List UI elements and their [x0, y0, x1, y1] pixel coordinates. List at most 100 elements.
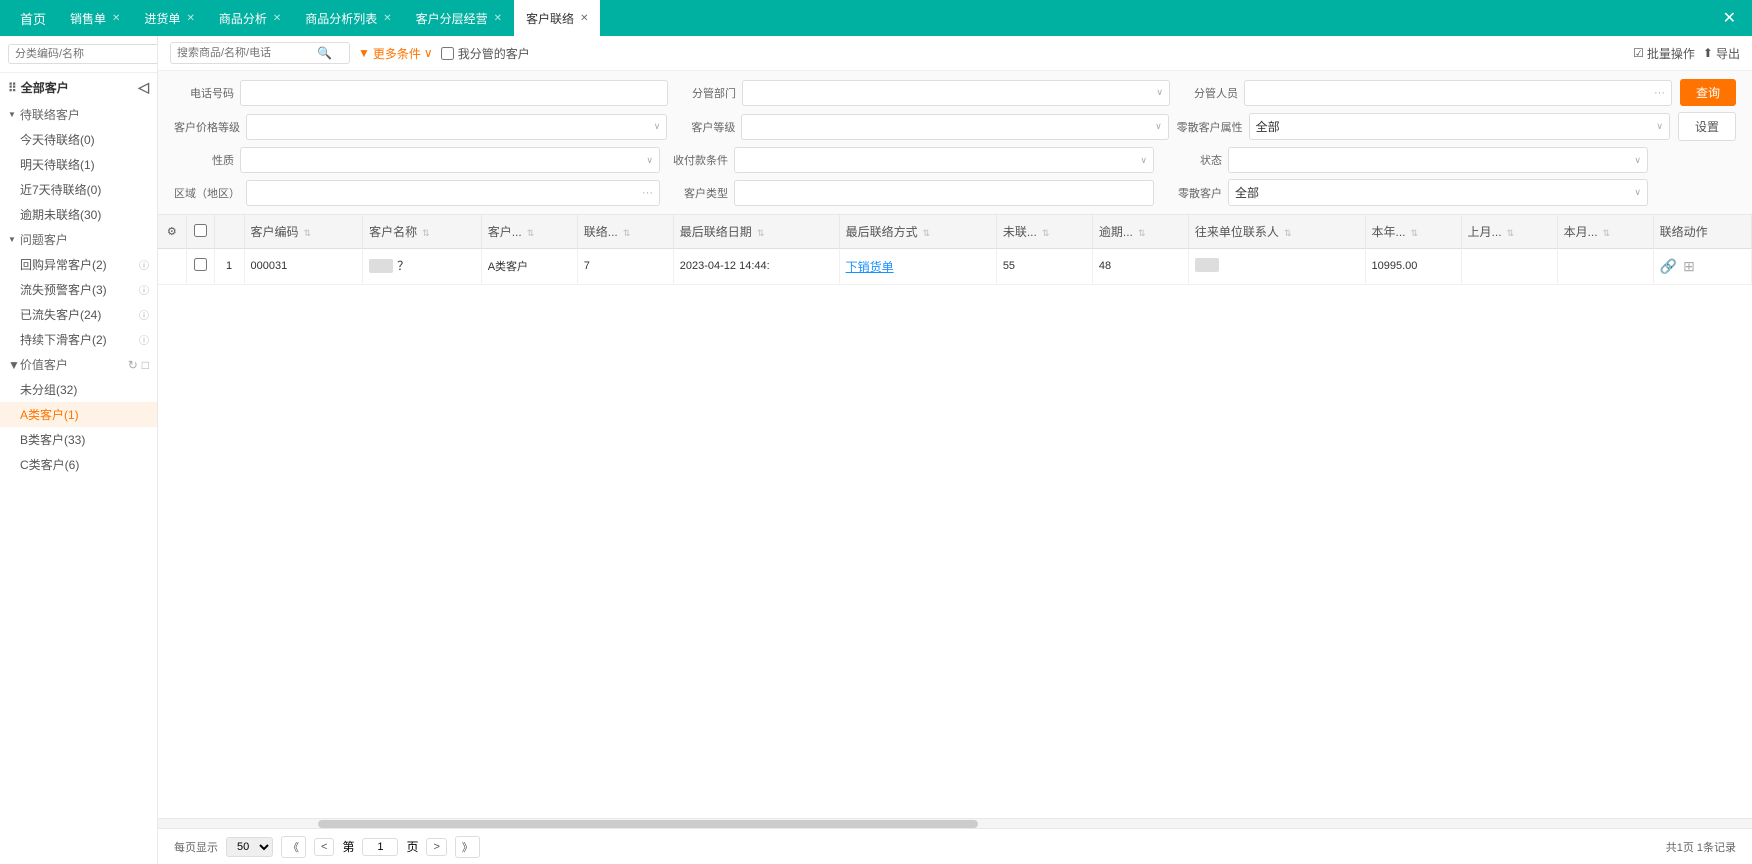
customer-table: ⚙ 客户编码 ⇅ 客户名称 ⇅ 客户... ⇅ [158, 215, 1752, 285]
col-check[interactable] [186, 215, 214, 249]
nav-tab-customer-segment[interactable]: 客户分层经营 ✕ [404, 0, 514, 36]
nav-tab-product-list[interactable]: 商品分析列表 ✕ [293, 0, 403, 36]
col-customer-code[interactable]: 客户编码 ⇅ [244, 215, 363, 249]
page-size-select[interactable]: 50 [226, 837, 273, 857]
nav-tab-sales[interactable]: 销售单 ✕ [58, 0, 132, 36]
horizontal-scroll-area[interactable] [158, 818, 1752, 828]
col-gear[interactable]: ⚙ [158, 215, 186, 249]
my-customers-checkbox[interactable] [441, 47, 454, 60]
close-product-analysis-tab[interactable]: ✕ [273, 13, 281, 24]
filter-payment-select[interactable]: ∨ [734, 147, 1154, 173]
filter-dept-select[interactable]: ∨ [742, 80, 1170, 106]
filter-customer-level: 客户等级 ∨ [675, 114, 1168, 140]
col-no-contact[interactable]: 未联... ⇅ [996, 215, 1092, 249]
filter-row-4: 区域（地区） ··· 客户类型 零散客户 全部 ∨ [174, 179, 1736, 206]
sidebar-item-class-b[interactable]: B类客户(33) [0, 427, 157, 452]
chevron-status: ∨ [1634, 155, 1641, 166]
query-btn[interactable]: 查询 [1680, 79, 1736, 106]
sidebar-group-value[interactable]: ▼ 价值客户 ↻ □ [0, 352, 157, 377]
chevron-level: ∨ [1155, 121, 1162, 132]
link-action-icon[interactable]: 🔗 [1660, 258, 1677, 275]
close-customer-segment-tab[interactable]: ✕ [494, 13, 502, 24]
filter-region-select[interactable]: ··· [246, 180, 660, 206]
sidebar-item-7days[interactable]: 近7天待联络(0) [0, 177, 157, 202]
sidebar-item-repeat-abnormal[interactable]: 回购异常客户(2) ⓘ [0, 252, 157, 277]
info-icon-1[interactable]: ⓘ [139, 257, 149, 272]
settings-btn[interactable]: 设置 [1678, 112, 1736, 141]
filter-status-select[interactable]: ∨ [1228, 147, 1648, 173]
filter-nature-select[interactable]: ∨ [240, 147, 660, 173]
filter-phone-input[interactable] [240, 80, 668, 106]
sidebar-group-problem[interactable]: ▼ 问题客户 [0, 227, 157, 252]
sidebar-group-pending[interactable]: ▼ 待联络客户 [0, 102, 157, 127]
refresh-icon[interactable]: ↻ [128, 358, 138, 372]
col-customer-name[interactable]: 客户名称 ⇅ [363, 215, 482, 249]
col-unit-contact[interactable]: 往来单位联系人 ⇅ [1188, 215, 1365, 249]
last-contact-method-link[interactable]: 下销货单 [846, 260, 894, 274]
info-icon-4[interactable]: ⓘ [139, 332, 149, 347]
close-product-list-tab[interactable]: ✕ [383, 13, 391, 24]
info-icon-3[interactable]: ⓘ [139, 307, 149, 322]
export-btn[interactable]: ⬆ 导出 [1703, 45, 1740, 62]
filter-price-select[interactable]: ∨ [246, 114, 667, 140]
row-this-month [1557, 249, 1653, 285]
filter-dept-label: 分管部门 [676, 85, 736, 101]
close-purchase-tab[interactable]: ✕ [186, 13, 194, 24]
col-overdue[interactable]: 逾期... ⇅ [1092, 215, 1188, 249]
filter-manager-select[interactable]: ··· [1244, 80, 1672, 106]
triangle-icon3: ▼ [8, 358, 20, 372]
last-page-btn[interactable]: 》 [455, 836, 480, 858]
main-search-input[interactable] [177, 47, 317, 59]
sidebar-item-lost[interactable]: 已流失客户(24) ⓘ [0, 302, 157, 327]
sidebar-item-today[interactable]: 今天待联络(0) [0, 127, 157, 152]
sidebar-item-class-c[interactable]: C类客户(6) [0, 452, 157, 477]
col-last-contact-method[interactable]: 最后联络方式 ⇅ [839, 215, 996, 249]
grid-action-icon[interactable]: ⊞ [1683, 258, 1695, 275]
sidebar: 🔍 ⠿ 全部客户 ◁ ▼ 待联络客户 今天待联络(0) 明天待联络(1) 近7天… [0, 36, 158, 864]
filter-cust-type-input[interactable] [734, 180, 1154, 206]
more-conditions-btn[interactable]: ▼ 更多条件 ∨ [358, 45, 433, 62]
sidebar-search-input[interactable] [8, 44, 158, 64]
row-check[interactable] [186, 249, 214, 285]
row-last-contact-method[interactable]: 下销货单 [839, 249, 996, 285]
sidebar-item-tomorrow[interactable]: 明天待联络(1) [0, 152, 157, 177]
col-last-month[interactable]: 上月... ⇅ [1461, 215, 1557, 249]
select-all-checkbox[interactable] [194, 224, 207, 237]
col-customer-class[interactable]: 客户... ⇅ [481, 215, 577, 249]
info-icon-2[interactable]: ⓘ [139, 282, 149, 297]
filter-cust-level-select[interactable]: ∨ [741, 114, 1168, 140]
filter-scatter-cust-select[interactable]: 全部 ∨ [1228, 179, 1648, 206]
sidebar-all-customers[interactable]: ⠿ 全部客户 ◁ [0, 73, 157, 102]
scroll-thumb[interactable] [318, 820, 978, 828]
prev-page-btn[interactable]: < [314, 838, 334, 856]
sidebar-item-lost-predict[interactable]: 流失预警客户(3) ⓘ [0, 277, 157, 302]
first-page-btn[interactable]: 《 [281, 836, 306, 858]
close-sales-tab[interactable]: ✕ [112, 13, 120, 24]
col-this-month[interactable]: 本月... ⇅ [1557, 215, 1653, 249]
main-search-icon[interactable]: 🔍 [317, 46, 332, 60]
close-customer-contact-tab[interactable]: ✕ [580, 13, 588, 24]
nav-tab-product-analysis[interactable]: 商品分析 ✕ [207, 0, 293, 36]
nav-tab-purchase[interactable]: 进货单 ✕ [132, 0, 206, 36]
filter-payment: 收付款条件 ∨ [668, 147, 1154, 173]
sidebar-item-continuous-decline[interactable]: 持续下滑客户(2) ⓘ [0, 327, 157, 352]
sort-last-date: ⇅ [757, 228, 765, 238]
batch-op-btn[interactable]: ☑ 批量操作 [1633, 45, 1695, 62]
col-this-year[interactable]: 本年... ⇅ [1365, 215, 1461, 249]
right-panel: 🔍 ▼ 更多条件 ∨ 我分管的客户 ☑ 批量操作 ⬆ 导出 [158, 36, 1752, 864]
next-page-btn[interactable]: > [426, 838, 446, 856]
triangle-icon2: ▼ [8, 235, 16, 244]
sidebar-item-overdue[interactable]: 逾期未联络(30) [0, 202, 157, 227]
row-checkbox[interactable] [194, 258, 207, 271]
filter-phone-label: 电话号码 [174, 85, 234, 101]
col-last-contact-date[interactable]: 最后联络日期 ⇅ [673, 215, 839, 249]
nav-home[interactable]: 首页 [8, 0, 58, 36]
sidebar-item-class-a[interactable]: A类客户(1) [0, 402, 157, 427]
col-contact[interactable]: 联络... ⇅ [577, 215, 673, 249]
nav-tab-customer-contact[interactable]: 客户联络 ✕ [514, 0, 600, 36]
close-all-tabs[interactable]: ✕ [1715, 8, 1744, 28]
filter-scatter-select[interactable]: 全部 ∨ [1249, 113, 1670, 140]
sidebar-item-unclassified[interactable]: 未分组(32) [0, 377, 157, 402]
current-page-input[interactable] [362, 838, 398, 856]
add-group-icon[interactable]: □ [142, 358, 149, 372]
